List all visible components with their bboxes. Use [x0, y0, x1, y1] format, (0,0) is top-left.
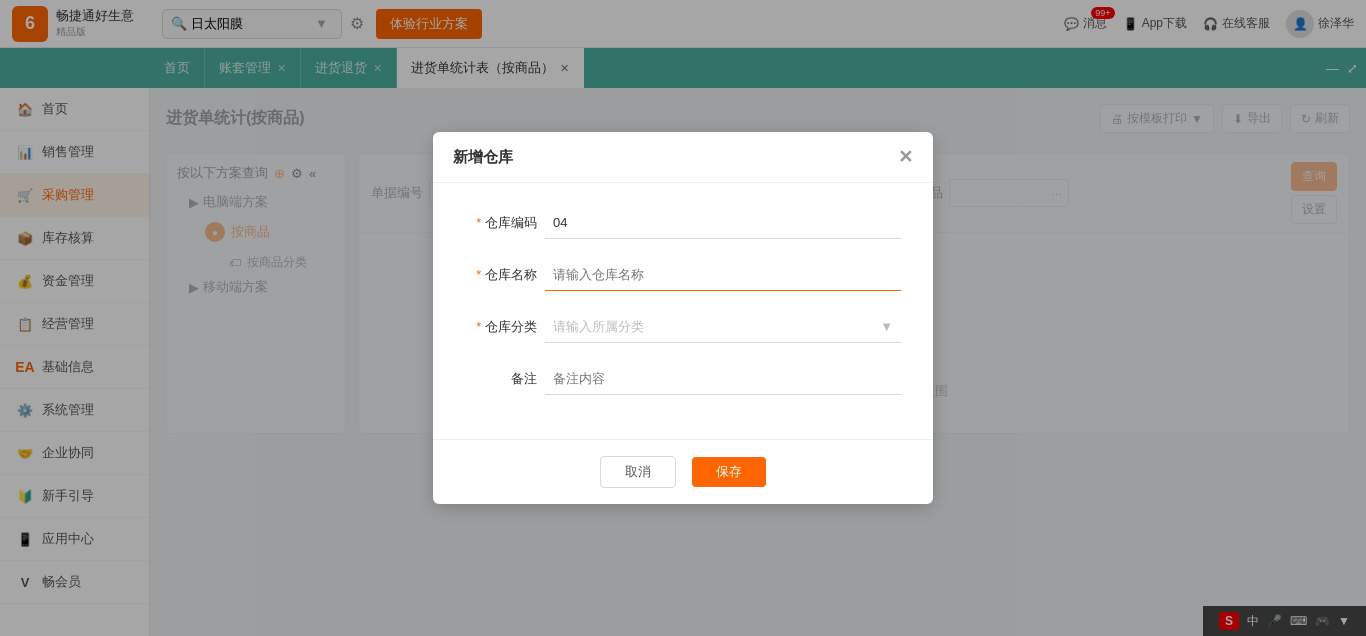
modal-close-button[interactable]: ✕	[898, 146, 913, 168]
category-placeholder: 请输入所属分类	[553, 318, 644, 336]
warehouse-note-label: 备注	[465, 370, 545, 388]
category-arrow-icon: ▼	[880, 319, 893, 334]
modal-overlay: 新增仓库 ✕ 仓库编码 仓库名称 仓库分类 请输入所属分类 ▼	[0, 0, 1366, 636]
warehouse-name-row: 仓库名称	[465, 259, 901, 291]
warehouse-name-label: 仓库名称	[465, 266, 545, 284]
warehouse-category-select[interactable]: 请输入所属分类 ▼	[545, 311, 901, 343]
warehouse-category-row: 仓库分类 请输入所属分类 ▼	[465, 311, 901, 343]
add-warehouse-modal: 新增仓库 ✕ 仓库编码 仓库名称 仓库分类 请输入所属分类 ▼	[433, 132, 933, 504]
warehouse-note-input[interactable]	[545, 363, 901, 395]
modal-header: 新增仓库 ✕	[433, 132, 933, 183]
modal-title: 新增仓库	[453, 148, 513, 167]
warehouse-code-label: 仓库编码	[465, 214, 545, 232]
warehouse-code-input[interactable]	[545, 207, 901, 239]
warehouse-category-label: 仓库分类	[465, 318, 545, 336]
warehouse-code-row: 仓库编码	[465, 207, 901, 239]
save-button[interactable]: 保存	[692, 457, 766, 487]
modal-footer: 取消 保存	[433, 439, 933, 504]
cancel-button[interactable]: 取消	[600, 456, 676, 488]
warehouse-name-input[interactable]	[545, 259, 901, 291]
modal-body: 仓库编码 仓库名称 仓库分类 请输入所属分类 ▼ 备注	[433, 183, 933, 439]
warehouse-note-row: 备注	[465, 363, 901, 395]
